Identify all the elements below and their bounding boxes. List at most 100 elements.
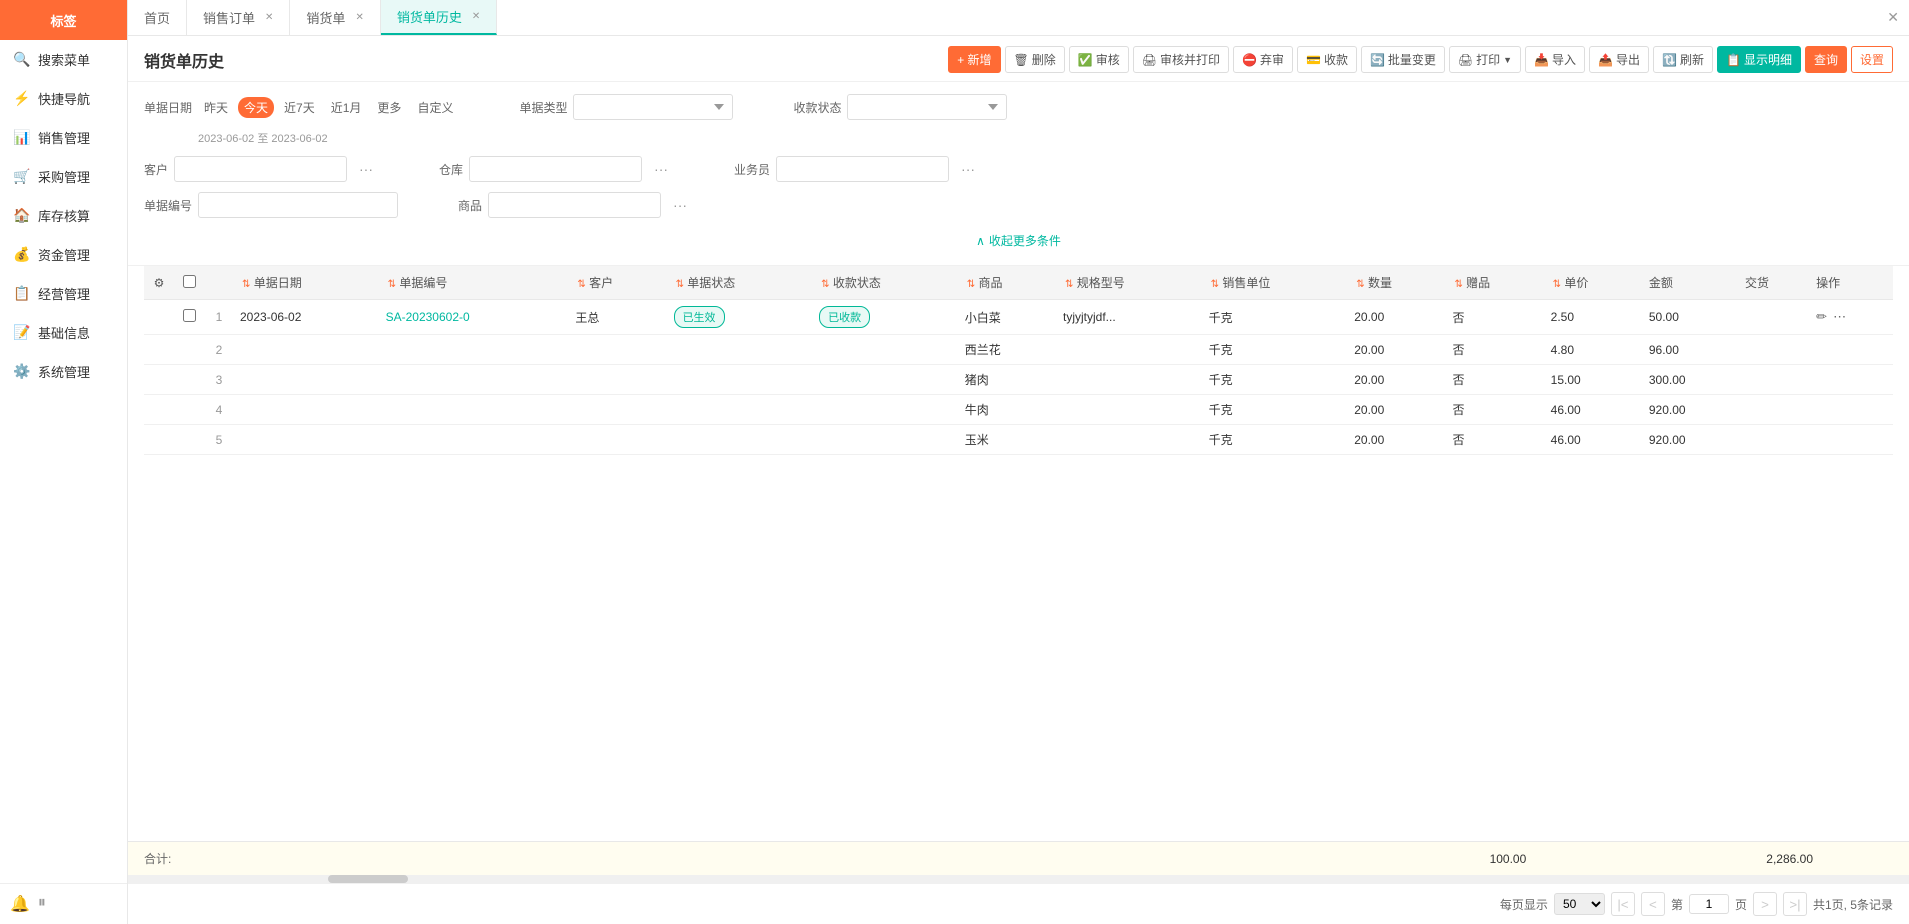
date-tag-more[interactable]: 更多 <box>371 97 407 118</box>
sidebar-item-label: 经营管理 <box>38 284 90 303</box>
warehouse-input[interactable] <box>469 156 642 182</box>
export-button[interactable]: 📤 导出 <box>1589 46 1649 73</box>
next-page-button[interactable]: > <box>1753 892 1777 916</box>
col-header-gift[interactable]: ⇅ 赠品 <box>1446 266 1544 300</box>
total-amount: 2,286.00 <box>1766 852 1813 866</box>
col-header-goods[interactable]: ⇅ 商品 <box>959 266 1057 300</box>
row-checkbox-3[interactable] <box>174 395 204 425</box>
prev-page-button[interactable]: < <box>1641 892 1665 916</box>
show-detail-button[interactable]: 📋 显示明细 <box>1717 46 1801 73</box>
doc-num-input[interactable] <box>198 192 398 218</box>
doc-type-select[interactable] <box>573 94 733 120</box>
col-header-paystatus[interactable]: ⇅ 收款状态 <box>813 266 959 300</box>
staff-input[interactable] <box>776 156 949 182</box>
sidebar-item-basic-info[interactable]: 📝 基础信息 <box>0 313 127 352</box>
tab-sales-goods-close[interactable]: ✕ <box>355 12 363 23</box>
tab-home[interactable]: 首页 <box>128 0 187 35</box>
staff-dots[interactable]: ··· <box>955 159 981 179</box>
date-range-options: 昨天 今天 近7天 近1月 更多 自定义 <box>198 97 459 118</box>
sidebar-item-inventory[interactable]: 🏠 库存核算 <box>0 196 127 235</box>
col-header-unit[interactable]: ⇅ 销售单位 <box>1203 266 1349 300</box>
audit-print-button[interactable]: 🖨 审核并打印 <box>1133 46 1229 73</box>
sidebar-item-quick-nav[interactable]: ⚡ 快捷导航 <box>0 79 127 118</box>
tab-sales-history-close[interactable]: ✕ <box>472 11 480 22</box>
warehouse-dots[interactable]: ··· <box>648 159 674 179</box>
col-header-date[interactable]: ⇅ 单据日期 <box>234 266 380 300</box>
tab-sales-history[interactable]: 销货单历史 ✕ <box>381 0 497 35</box>
delete-button[interactable]: 🗑 删除 <box>1005 46 1065 73</box>
sidebar-bottom-icon2[interactable]: ⏸ <box>38 894 46 914</box>
sidebar-item-purchase-mgmt[interactable]: 🛒 采购管理 <box>0 157 127 196</box>
row-num-4: 5 <box>204 425 234 455</box>
col-header-customer[interactable]: ⇅ 客户 <box>569 266 667 300</box>
close-all-icon[interactable]: ✕ <box>1887 9 1899 26</box>
batch-change-button[interactable]: 🔄 批量变更 <box>1361 46 1445 73</box>
table-row: 5 玉米 千克 20.00 否 46.00 920.00 <box>144 425 1893 455</box>
col-header-qty[interactable]: ⇅ 数量 <box>1348 266 1446 300</box>
goods-input[interactable] <box>488 192 661 218</box>
edit-icon-0[interactable]: ✏ <box>1816 309 1827 325</box>
row-docstatus-1 <box>668 335 814 365</box>
last-page-button[interactable]: >| <box>1783 892 1807 916</box>
date-tag-7days[interactable]: 近7天 <box>278 97 321 118</box>
row-checkbox-2[interactable] <box>174 365 204 395</box>
tab-sales-goods[interactable]: 销货单 ✕ <box>290 0 380 35</box>
import-button[interactable]: 📥 导入 <box>1525 46 1585 73</box>
row-docno-0[interactable]: SA-20230602-0 <box>380 300 570 335</box>
row-customer-1 <box>569 335 667 365</box>
inventory-icon: 🏠 <box>14 208 30 224</box>
col-header-settings[interactable]: ⚙ <box>144 266 174 300</box>
row-check-0[interactable] <box>183 309 196 322</box>
abandon-button[interactable]: ⛔ 弃审 <box>1233 46 1293 73</box>
table-row: 2 西兰花 千克 20.00 否 4.80 96.00 <box>144 335 1893 365</box>
date-tag-yesterday[interactable]: 昨天 <box>198 97 234 118</box>
row-checkbox-4[interactable] <box>174 425 204 455</box>
filter-date: 单据日期 昨天 今天 近7天 近1月 更多 自定义 <box>144 97 459 118</box>
settings-btn[interactable]: 设置 <box>1851 46 1893 73</box>
delete-icon: 🗑 <box>1014 53 1029 67</box>
refresh-button[interactable]: 🔃 刷新 <box>1653 46 1713 73</box>
collect-button[interactable]: 💳 收款 <box>1297 46 1357 73</box>
tab-sales-order-close[interactable]: ✕ <box>265 12 273 23</box>
sidebar-bottom-icon1[interactable]: 🔔 <box>10 894 30 914</box>
date-tag-1month[interactable]: 近1月 <box>325 97 368 118</box>
row-checkbox-0[interactable] <box>174 300 204 335</box>
select-all-checkbox[interactable] <box>183 275 196 288</box>
query-button[interactable]: 查询 <box>1805 46 1847 73</box>
customer-dots[interactable]: ··· <box>353 159 379 179</box>
sidebar-item-search-menu[interactable]: 🔍 搜索菜单 <box>0 40 127 79</box>
sidebar-item-operations[interactable]: 📋 经营管理 <box>0 274 127 313</box>
row-checkbox-1[interactable] <box>174 335 204 365</box>
pay-status-select[interactable] <box>847 94 1007 120</box>
collapse-button[interactable]: ∧ 收起更多条件 <box>144 228 1893 253</box>
per-page-select[interactable]: 50 100 200 <box>1554 893 1605 915</box>
col-header-price[interactable]: ⇅ 单价 <box>1545 266 1643 300</box>
sidebar-item-finance-mgmt[interactable]: 💰 资金管理 <box>0 235 127 274</box>
customer-input[interactable] <box>174 156 347 182</box>
row-num-2: 3 <box>204 365 234 395</box>
page-input[interactable] <box>1689 894 1729 914</box>
print-button[interactable]: 🖨 打印 ▼ <box>1449 46 1521 73</box>
col-header-spec[interactable]: ⇅ 规格型号 <box>1057 266 1203 300</box>
tab-sales-order[interactable]: 销售订单 ✕ <box>187 0 290 35</box>
date-tag-today[interactable]: 今天 <box>238 97 274 118</box>
first-page-button[interactable]: |< <box>1611 892 1635 916</box>
col-header-checkbox[interactable] <box>174 266 204 300</box>
audit-button[interactable]: ✅ 审核 <box>1069 46 1129 73</box>
col-header-docstatus[interactable]: ⇅ 单据状态 <box>668 266 814 300</box>
filter-goods: 商品 ··· <box>458 192 693 218</box>
filter-row-1: 单据日期 昨天 今天 近7天 近1月 更多 自定义 单据类型 <box>144 94 1893 120</box>
new-button[interactable]: + 新增 <box>948 46 1000 73</box>
row-customer-0: 王总 <box>569 300 667 335</box>
more-icon-0[interactable]: ⋯ <box>1833 309 1846 325</box>
col-header-docno[interactable]: ⇅ 单据编号 <box>380 266 570 300</box>
row-spec-4 <box>1057 425 1203 455</box>
horizontal-scrollbar[interactable] <box>128 875 1909 883</box>
row-num-0: 1 <box>204 300 234 335</box>
date-tag-custom[interactable]: 自定义 <box>411 97 459 118</box>
scrollbar-thumb[interactable] <box>328 875 408 883</box>
collapse-label: 收起更多条件 <box>989 232 1061 249</box>
goods-dots[interactable]: ··· <box>667 195 693 215</box>
sidebar-item-sys-mgmt[interactable]: ⚙️ 系统管理 <box>0 352 127 391</box>
sidebar-item-sales-mgmt[interactable]: 📊 销售管理 <box>0 118 127 157</box>
